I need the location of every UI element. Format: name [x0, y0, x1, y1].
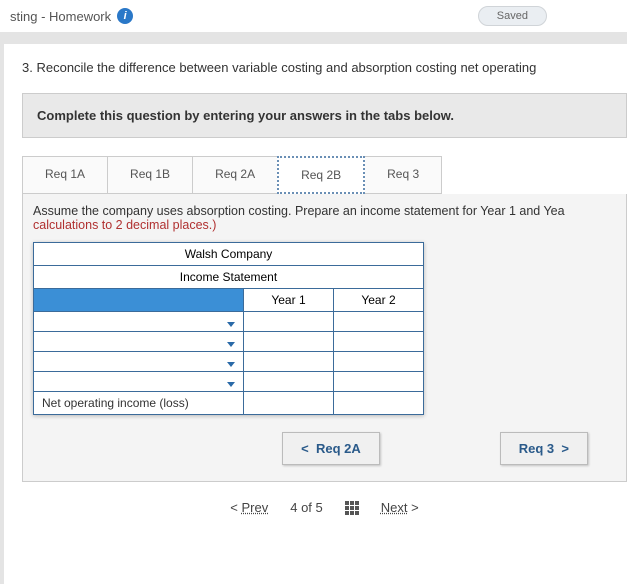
colhead-blank — [34, 289, 244, 312]
colhead-year2: Year 2 — [334, 289, 424, 312]
tab-req-1b[interactable]: Req 1B — [107, 156, 193, 194]
chevron-down-icon — [227, 342, 235, 347]
chevron-right-icon: > — [561, 441, 569, 456]
info-icon[interactable]: i — [117, 8, 133, 24]
tab-nav: < Req 2A Req 3 > — [33, 432, 616, 465]
chevron-right-icon: > — [411, 500, 419, 515]
instruction-bar: Complete this question by entering your … — [22, 93, 627, 138]
tab-req-2b[interactable]: Req 2B — [277, 156, 365, 194]
pager-next-label: Next — [381, 500, 408, 515]
row5-year1-input[interactable] — [244, 392, 334, 415]
statement-title: Income Statement — [34, 266, 424, 289]
income-statement: Walsh Company Income Statement Year 1 Ye… — [33, 242, 424, 415]
tab-prompt: Assume the company uses absorption costi… — [33, 204, 616, 232]
prev-tab-button[interactable]: < Req 2A — [282, 432, 380, 465]
pager-prev-label: Prev — [242, 500, 269, 515]
row2-year1-input[interactable] — [244, 332, 334, 352]
question-number: 3. — [22, 60, 33, 75]
prev-tab-label: Req 2A — [316, 441, 361, 456]
row-label-select[interactable] — [34, 312, 244, 332]
row3-year1-input[interactable] — [244, 352, 334, 372]
row1-year1-input[interactable] — [244, 312, 334, 332]
row4-year2-input[interactable] — [334, 372, 424, 392]
pager-next[interactable]: Next > — [381, 500, 419, 515]
row3-year2-input[interactable] — [334, 352, 424, 372]
tab-req-3[interactable]: Req 3 — [364, 156, 442, 194]
row2-year2-input[interactable] — [334, 332, 424, 352]
chevron-down-icon — [227, 322, 235, 327]
row-label-select[interactable] — [34, 372, 244, 392]
row5-year2-input[interactable] — [334, 392, 424, 415]
breadcrumb: sting - Homework — [10, 9, 111, 24]
row4-year1-input[interactable] — [244, 372, 334, 392]
tab-req-1a[interactable]: Req 1A — [22, 156, 108, 194]
pager: < Prev 4 of 5 Next > — [22, 500, 627, 515]
colhead-year1: Year 1 — [244, 289, 334, 312]
statement-company: Walsh Company — [34, 243, 424, 266]
saved-status: Saved — [478, 6, 547, 26]
content-area: 3. Reconcile the difference between vari… — [4, 44, 627, 584]
pager-position: 4 of 5 — [290, 500, 323, 515]
next-tab-label: Req 3 — [519, 441, 554, 456]
tab-body: Assume the company uses absorption costi… — [22, 194, 627, 482]
row-label-select[interactable] — [34, 352, 244, 372]
row1-year2-input[interactable] — [334, 312, 424, 332]
prompt-main: Assume the company uses absorption costi… — [33, 204, 565, 218]
page-header: sting - Homework i Saved — [0, 0, 627, 32]
pager-prev[interactable]: < Prev — [230, 500, 268, 515]
chevron-left-icon: < — [301, 441, 309, 456]
net-operating-income-label: Net operating income (loss) — [34, 392, 244, 415]
row-label-select[interactable] — [34, 332, 244, 352]
prompt-note: calculations to 2 decimal places.) — [33, 218, 216, 232]
chevron-down-icon — [227, 382, 235, 387]
grid-icon[interactable] — [345, 501, 359, 515]
chevron-down-icon — [227, 362, 235, 367]
tabs: Req 1A Req 1B Req 2A Req 2B Req 3 — [22, 156, 627, 194]
tab-req-2a[interactable]: Req 2A — [192, 156, 278, 194]
next-tab-button[interactable]: Req 3 > — [500, 432, 588, 465]
question-text: 3. Reconcile the difference between vari… — [22, 60, 627, 75]
question-body: Reconcile the difference between variabl… — [36, 60, 536, 75]
chevron-left-icon: < — [230, 500, 238, 515]
